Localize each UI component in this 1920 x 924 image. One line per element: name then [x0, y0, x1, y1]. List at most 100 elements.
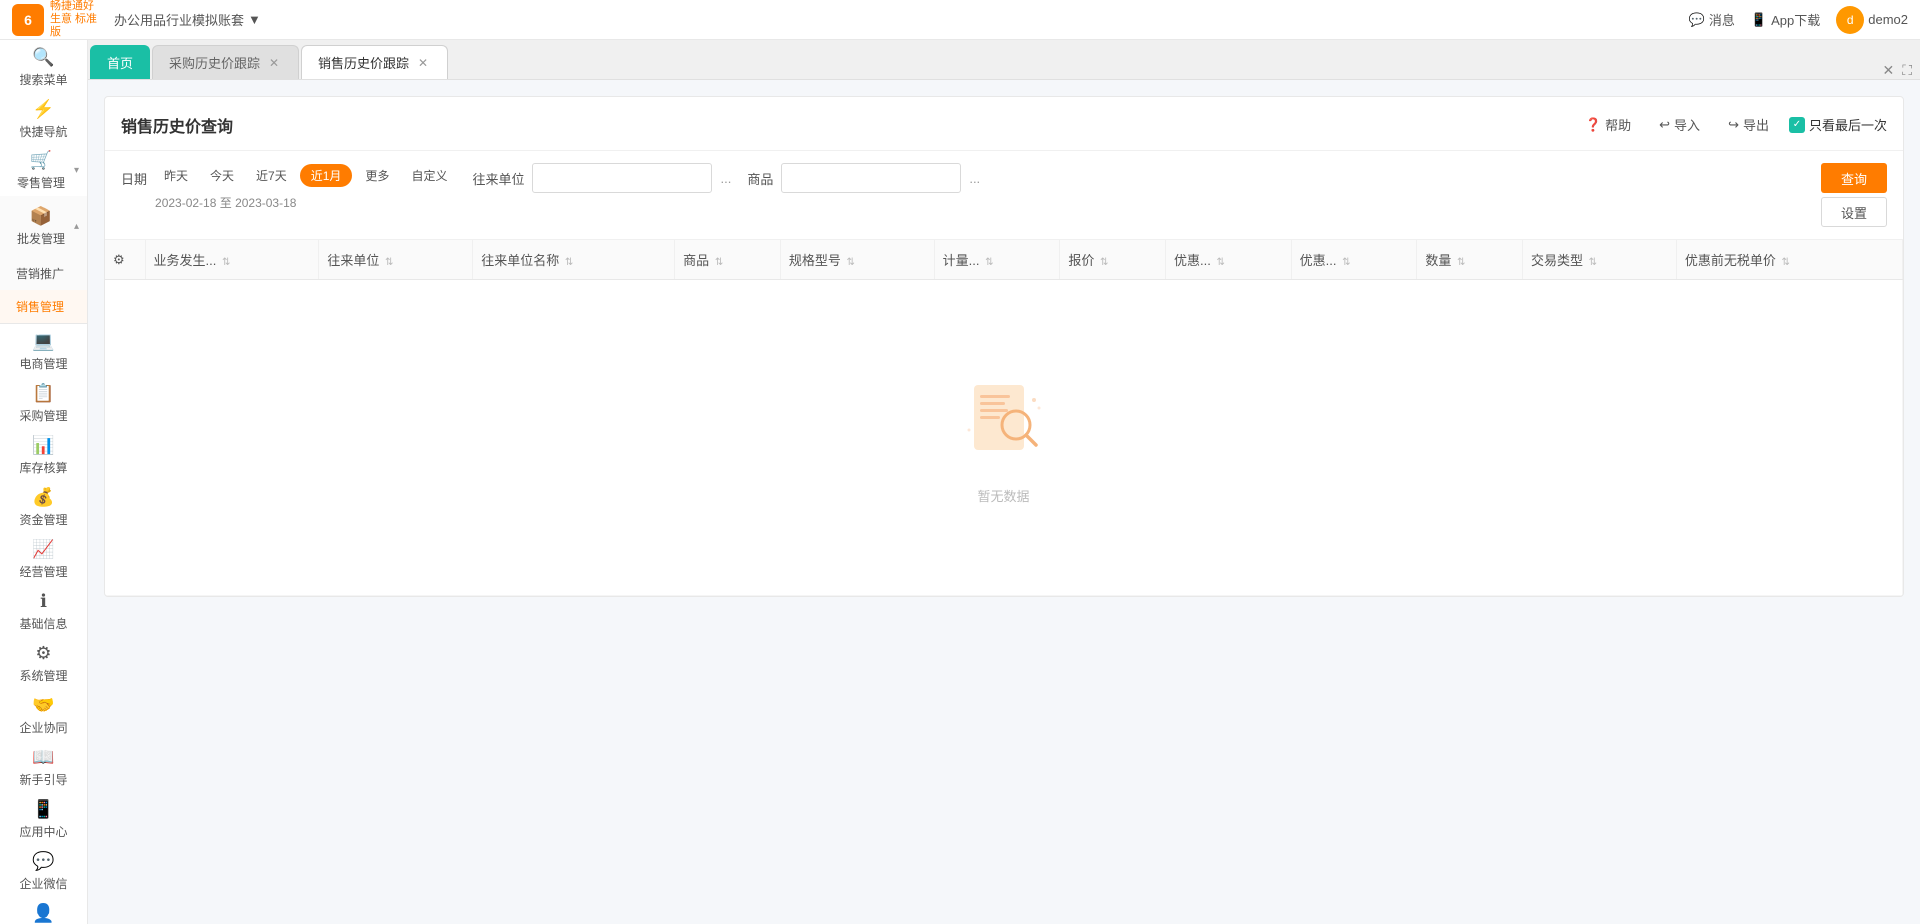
- sidebar-item-quick-nav[interactable]: ⚡ 快捷导航: [0, 92, 87, 144]
- member-icon: 👤: [32, 903, 54, 924]
- sidebar-item-member[interactable]: 👤 畅会员: [0, 896, 87, 924]
- th-counterparty[interactable]: 往来单位 ⇅: [319, 240, 473, 280]
- tab-purchase-history[interactable]: 采购历史价跟踪 ✕: [152, 45, 299, 79]
- filter-btn-7days[interactable]: 近7天: [247, 163, 296, 188]
- filter-btn-today[interactable]: 今天: [201, 163, 243, 188]
- empty-state-cell: 暂无数据: [105, 280, 1903, 596]
- sidebar-item-ecommerce[interactable]: 💻 电商管理: [0, 324, 87, 376]
- sort-icon-discount1: ⇅: [1216, 257, 1224, 268]
- new-guide-icon: 📖: [32, 747, 54, 768]
- logo-icon: 6: [12, 4, 44, 36]
- basic-info-icon: ℹ: [40, 591, 47, 612]
- date-filter-label: 日期: [121, 163, 147, 188]
- message-button[interactable]: 💬 消息: [1689, 10, 1735, 29]
- enterprise-collab-icon: 🤝: [32, 695, 54, 716]
- message-label: 消息: [1709, 10, 1735, 29]
- sidebar-item-app-center[interactable]: 📱 应用中心: [0, 792, 87, 844]
- tab-bar: 首页 采购历史价跟踪 ✕ 销售历史价跟踪 ✕ ✕ ⛶: [88, 40, 1920, 80]
- goods-ellipsis[interactable]: ...: [969, 171, 980, 186]
- sidebar-sub-sales-mgmt[interactable]: 销售管理: [0, 290, 87, 323]
- help-button[interactable]: ❓ 帮助: [1577, 111, 1639, 138]
- sidebar-item-label: 基础信息: [19, 615, 67, 632]
- close-all-icon[interactable]: ✕: [1882, 62, 1894, 79]
- page-card: 销售历史价查询 ❓ 帮助 ↩ 导入 ↪ 导出: [104, 96, 1904, 597]
- ecommerce-icon: 💻: [32, 331, 54, 352]
- sidebar-item-label: 采购管理: [19, 407, 67, 424]
- operations-icon: 📈: [32, 539, 54, 560]
- app-selector[interactable]: 办公用品行业模拟账套 ▼: [106, 6, 269, 33]
- tab-home[interactable]: 首页: [90, 45, 150, 79]
- tab-sales-history[interactable]: 销售历史价跟踪 ✕: [301, 45, 448, 79]
- search-menu-icon: 🔍: [32, 47, 54, 68]
- main-layout: 🔍 搜索菜单 ⚡ 快捷导航 🛒 零售管理 ▾ 📦 批发管理 ▴ 营销推广: [0, 40, 1920, 924]
- retail-arrow-icon: ▾: [74, 165, 79, 176]
- user-profile[interactable]: d demo2: [1836, 6, 1908, 34]
- th-goods[interactable]: 商品 ⇅: [675, 240, 781, 280]
- counterparty-input[interactable]: [532, 163, 712, 193]
- counterparty-filter-group: 往来单位 ...: [472, 163, 731, 193]
- goods-label: 商品: [747, 169, 773, 188]
- th-biz-date[interactable]: 业务发生... ⇅: [145, 240, 319, 280]
- filter-btn-more[interactable]: 更多: [356, 163, 398, 188]
- import-icon: ↩: [1659, 117, 1670, 133]
- query-button[interactable]: 查询: [1821, 163, 1887, 193]
- sales-history-tab-close[interactable]: ✕: [415, 55, 431, 71]
- filter-btn-yesterday[interactable]: 昨天: [155, 163, 197, 188]
- th-spec[interactable]: 规格型号 ⇅: [780, 240, 934, 280]
- th-quote[interactable]: 报价 ⇅: [1060, 240, 1166, 280]
- sidebar-item-retail[interactable]: 🛒 零售管理 ▾: [0, 144, 87, 196]
- sidebar-item-label: 库存核算: [19, 459, 67, 476]
- settings-button[interactable]: 设置: [1821, 197, 1887, 227]
- sidebar-item-wholesale[interactable]: 📦 批发管理 ▴: [0, 196, 87, 257]
- sidebar-item-basic-info[interactable]: ℹ 基础信息: [0, 584, 87, 636]
- wholesale-arrow-icon: ▴: [74, 221, 79, 232]
- sort-icon-quote: ⇅: [1100, 257, 1108, 268]
- counterparty-label: 往来单位: [472, 169, 524, 188]
- sidebar-sub-marketing[interactable]: 营销推广: [0, 257, 87, 290]
- maximize-icon[interactable]: ⛶: [1902, 62, 1912, 79]
- export-button[interactable]: ↪ 导出: [1720, 111, 1777, 138]
- sidebar: 🔍 搜索菜单 ⚡ 快捷导航 🛒 零售管理 ▾ 📦 批发管理 ▴ 营销推广: [0, 40, 88, 924]
- table-area: ⚙ 业务发生... ⇅ 往来单位 ⇅ 往来单位名称: [105, 240, 1903, 596]
- sidebar-item-search-menu[interactable]: 🔍 搜索菜单: [0, 40, 87, 92]
- sidebar-item-enterprise-collab[interactable]: 🤝 企业协同: [0, 688, 87, 740]
- th-counterparty-name[interactable]: 往来单位名称 ⇅: [473, 240, 675, 280]
- sidebar-item-operations[interactable]: 📈 经营管理: [0, 532, 87, 584]
- avatar: d: [1836, 6, 1864, 34]
- only-last-checkbox[interactable]: ✓ 只看最后一次: [1789, 115, 1887, 134]
- import-button[interactable]: ↩ 导入: [1651, 111, 1708, 138]
- th-quantity[interactable]: 数量 ⇅: [1417, 240, 1523, 280]
- th-pre-discount-price[interactable]: 优惠前无税单价 ⇅: [1676, 240, 1902, 280]
- sidebar-item-new-guide[interactable]: 📖 新手引导: [0, 740, 87, 792]
- sidebar-item-finance[interactable]: 💰 资金管理: [0, 480, 87, 532]
- purchase-icon: 📋: [32, 383, 54, 404]
- app-download-icon: 📱: [1751, 12, 1767, 28]
- th-trade-type[interactable]: 交易类型 ⇅: [1523, 240, 1677, 280]
- counterparty-ellipsis[interactable]: ...: [720, 171, 731, 186]
- goods-filter-group: 商品 ...: [747, 163, 980, 193]
- checkbox-icon: ✓: [1789, 117, 1805, 133]
- th-settings[interactable]: ⚙: [105, 240, 145, 280]
- sidebar-item-system[interactable]: ⚙ 系统管理: [0, 636, 87, 688]
- app-download-button[interactable]: 📱 App下载: [1751, 10, 1820, 29]
- sidebar-item-label: 企业协同: [19, 719, 67, 736]
- header-right: 💬 消息 📱 App下载 d demo2: [1689, 6, 1908, 34]
- filter-btn-custom[interactable]: 自定义: [402, 163, 456, 188]
- finance-icon: 💰: [32, 487, 54, 508]
- sidebar-item-label: 批发管理: [17, 230, 65, 247]
- purchase-history-tab-label: 采购历史价跟踪: [169, 53, 260, 72]
- quick-nav-icon: ⚡: [32, 99, 54, 120]
- goods-input[interactable]: [781, 163, 961, 193]
- sidebar-item-purchase[interactable]: 📋 采购管理: [0, 376, 87, 428]
- date-filter-options: 昨天 今天 近7天 近1月 更多 自定义 2023-02-18 至 2023-0…: [155, 163, 456, 211]
- th-discount1[interactable]: 优惠... ⇅: [1165, 240, 1291, 280]
- th-discount2[interactable]: 优惠... ⇅: [1291, 240, 1417, 280]
- sort-icon-pre-discount-price: ⇅: [1781, 257, 1789, 268]
- sidebar-item-inventory[interactable]: 📊 库存核算: [0, 428, 87, 480]
- th-unit[interactable]: 计量... ⇅: [934, 240, 1060, 280]
- filter-btn-1month[interactable]: 近1月: [300, 164, 353, 187]
- purchase-history-tab-close[interactable]: ✕: [266, 55, 282, 71]
- sidebar-item-label: 电商管理: [19, 355, 67, 372]
- help-icon: ❓: [1585, 117, 1601, 133]
- sidebar-item-enterprise-wechat[interactable]: 💬 企业微信: [0, 844, 87, 896]
